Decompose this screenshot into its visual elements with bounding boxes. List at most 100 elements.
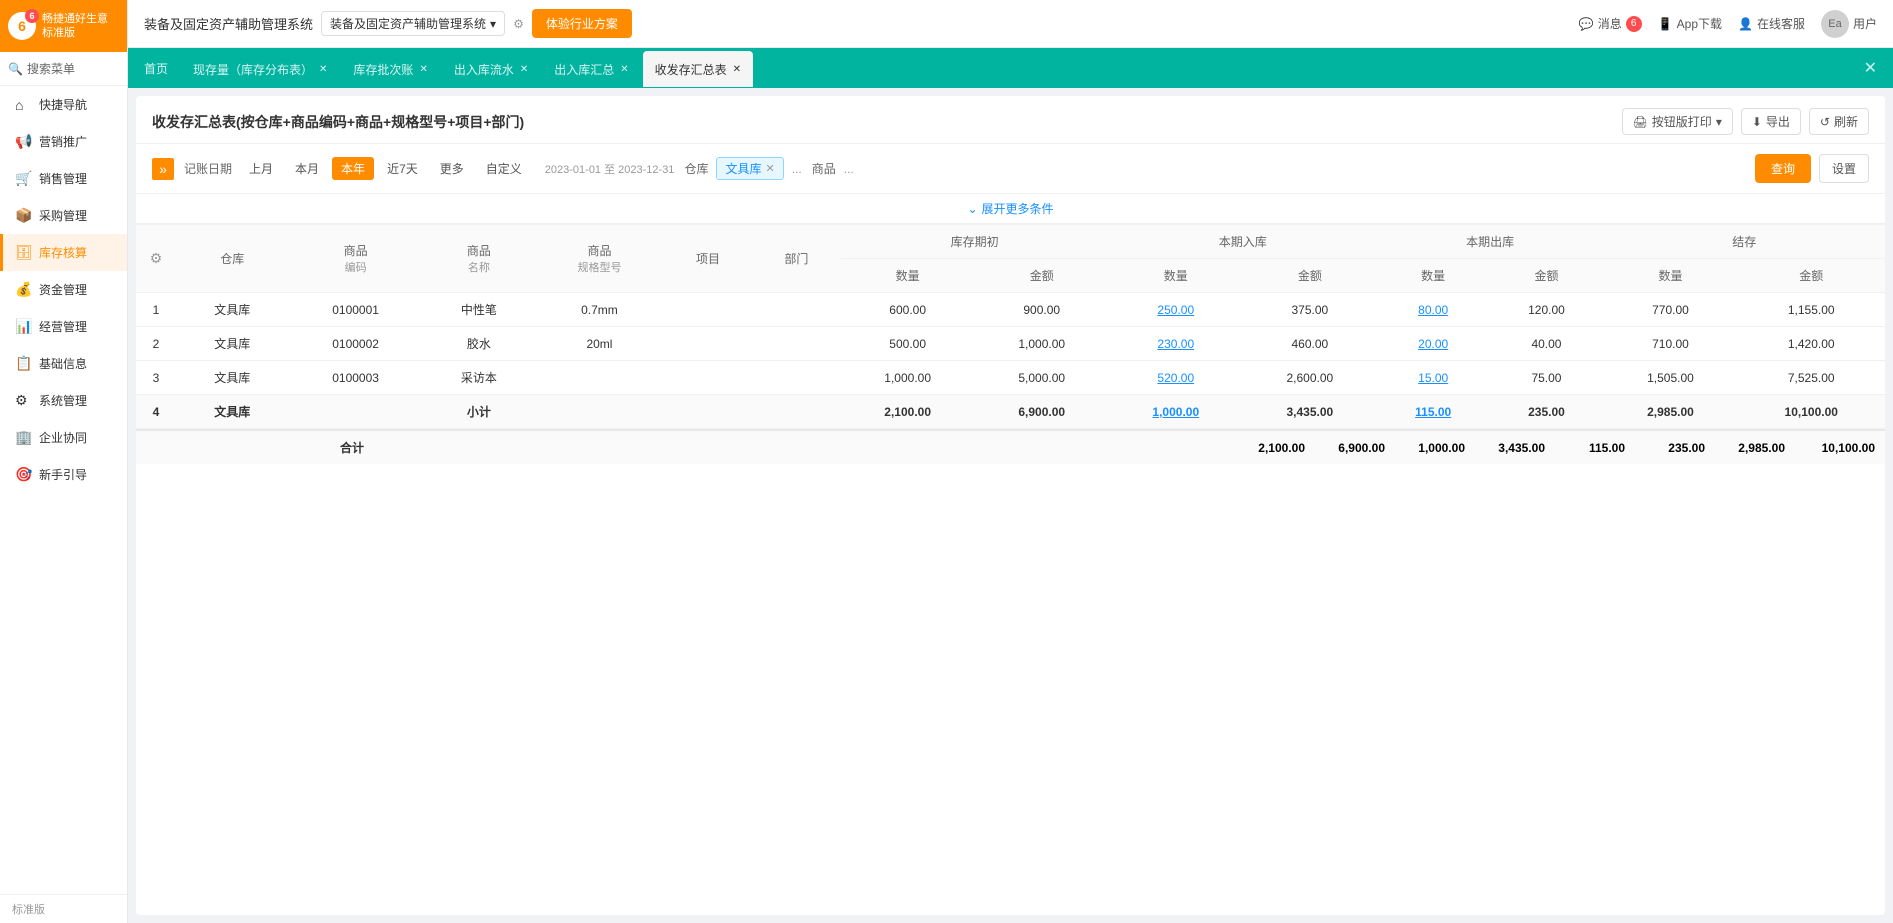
cell-name: 采访本 <box>423 361 536 395</box>
sidebar-item-system[interactable]: ⚙ 系统管理 <box>0 382 127 419</box>
export-icon: ⬇ <box>1752 115 1762 129</box>
footer-out-qty: 115.00 <box>1555 441 1635 455</box>
try-button[interactable]: 体验行业方案 <box>532 9 632 38</box>
search-menu-item[interactable]: 🔍 搜索菜单 <box>0 52 127 86</box>
sidebar-item-operations[interactable]: 📊 经营管理 <box>0 308 127 345</box>
tab-close-icon[interactable]: ✕ <box>620 64 628 75</box>
cell-out-amt: 235.00 <box>1489 395 1603 429</box>
tab-bar-close-icon[interactable]: ✕ <box>1852 58 1889 78</box>
column-settings-icon[interactable]: ⚙ <box>150 250 163 266</box>
cell-project <box>664 361 752 395</box>
home-icon: ⌂ <box>15 97 31 113</box>
tab-close-icon[interactable]: ✕ <box>319 64 327 75</box>
tab-inout-flow[interactable]: 出入库流水 ✕ <box>442 51 540 87</box>
messages-action[interactable]: 💬 消息 6 <box>1579 15 1642 32</box>
warehouse-more-button[interactable]: ... <box>792 162 802 176</box>
query-button[interactable]: 查询 <box>1755 154 1811 183</box>
filter-bar: » 记账日期 上月 本月 本年 近7天 更多 自定义 2023-01-01 至 … <box>136 144 1885 194</box>
online-service-action[interactable]: 👤 在线客服 <box>1738 15 1805 32</box>
page-actions: 🖨 按钮版打印 ▾ ⬇ 导出 ↺ 刷新 <box>1622 108 1869 135</box>
col-out-header: 本期出库 <box>1377 225 1604 259</box>
sidebar-item-quick-nav[interactable]: ⌂ 快捷导航 <box>0 86 127 123</box>
cell-in-qty[interactable]: 250.00 <box>1109 293 1243 327</box>
sidebar-item-corp[interactable]: 🏢 企业协同 <box>0 419 127 456</box>
col-out-amt-header: 金额 <box>1489 259 1603 293</box>
mobile-icon: 📱 <box>1658 17 1673 31</box>
export-button[interactable]: ⬇ 导出 <box>1741 108 1801 135</box>
gear-settings-icon[interactable]: ⚙ <box>513 17 524 31</box>
cell-spec <box>535 395 664 429</box>
content-area: 收发存汇总表(按仓库+商品编码+商品+规格型号+项目+部门) 🖨 按钮版打印 ▾… <box>136 96 1885 915</box>
system-selector[interactable]: 装备及固定资产辅助管理系统 ▾ <box>321 11 505 36</box>
cell-in-amt: 375.00 <box>1243 293 1377 327</box>
date-this-month[interactable]: 本月 <box>286 157 328 180</box>
tab-close-icon[interactable]: ✕ <box>733 64 741 75</box>
footer-opening-amt: 6,900.00 <box>1315 441 1395 455</box>
col-in-amt-header: 金额 <box>1243 259 1377 293</box>
sidebar-nav: ⌂ 快捷导航 📢 营销推广 🛒 销售管理 📦 采购管理 🗄 库存核算 💰 资金管… <box>0 86 127 894</box>
tab-inventory-dist[interactable]: 现存量（库存分布表） ✕ <box>181 51 339 87</box>
col-opening-amt-header: 金额 <box>975 259 1109 293</box>
cell-code: 0100001 <box>289 293 423 327</box>
date-range-display: 2023-01-01 至 2023-12-31 <box>545 161 675 177</box>
cell-in-amt: 3,435.00 <box>1243 395 1377 429</box>
cell-idx: 4 <box>136 395 176 429</box>
system-name: 装备及固定资产辅助管理系统 <box>144 14 313 33</box>
table-row: 4 文具库 小计 2,100.00 6,900.00 1,000.00 3,43… <box>136 395 1885 429</box>
cell-bal-qty: 2,985.00 <box>1603 395 1737 429</box>
tab-batch[interactable]: 库存批次账 ✕ <box>341 51 439 87</box>
col-settings-header[interactable]: ⚙ <box>136 225 176 293</box>
warehouse-tag-remove-icon[interactable]: ✕ <box>765 162 774 175</box>
cell-opening-amt: 900.00 <box>975 293 1109 327</box>
refresh-button[interactable]: ↺ 刷新 <box>1809 108 1869 135</box>
sidebar-item-inventory[interactable]: 🗄 库存核算 <box>0 234 127 271</box>
warehouse-tag[interactable]: 文具库 ✕ <box>716 157 783 180</box>
cell-out-qty[interactable]: 15.00 <box>1377 361 1490 395</box>
table-footer: 合计 2,100.00 6,900.00 1,000.00 3,435.00 1… <box>136 429 1885 464</box>
system-icon: ⚙ <box>15 392 31 409</box>
cell-opening-qty: 600.00 <box>841 293 975 327</box>
settings-button[interactable]: 设置 <box>1819 154 1869 183</box>
date-last-7-days[interactable]: 近7天 <box>378 157 427 180</box>
tab-home[interactable]: 首页 <box>132 60 180 77</box>
table-row: 1 文具库 0100001 中性笔 0.7mm 600.00 900.00 25… <box>136 293 1885 327</box>
cell-out-qty[interactable]: 20.00 <box>1377 327 1490 361</box>
col-bal-qty-header: 数量 <box>1603 259 1737 293</box>
cell-dept <box>752 327 840 361</box>
sidebar-item-marketing[interactable]: 📢 营销推广 <box>0 123 127 160</box>
tab-recv-send-summary[interactable]: 收发存汇总表 ✕ <box>643 51 753 87</box>
sidebar-item-finance[interactable]: 💰 资金管理 <box>0 271 127 308</box>
cell-in-qty[interactable]: 230.00 <box>1109 327 1243 361</box>
app-download-action[interactable]: 📱 App下载 <box>1658 15 1722 32</box>
date-more[interactable]: 更多 <box>431 157 473 180</box>
tab-close-icon[interactable]: ✕ <box>419 64 427 75</box>
sidebar-item-sales[interactable]: 🛒 销售管理 <box>0 160 127 197</box>
cell-opening-amt: 5,000.00 <box>975 361 1109 395</box>
date-this-year[interactable]: 本年 <box>332 157 374 180</box>
marketing-icon: 📢 <box>15 133 31 150</box>
expand-conditions-button[interactable]: ⌄ 展开更多条件 <box>967 200 1053 217</box>
cell-bal-amt: 7,525.00 <box>1737 361 1885 395</box>
logo-text: 畅捷通好生意 标准版 <box>42 12 108 41</box>
user-action[interactable]: Ea 用户 <box>1821 10 1877 38</box>
goods-more-button[interactable]: ... <box>844 162 854 176</box>
cell-bal-qty: 1,505.00 <box>1603 361 1737 395</box>
tab-close-icon[interactable]: ✕ <box>520 64 528 75</box>
tab-inout-summary[interactable]: 出入库汇总 ✕ <box>542 51 640 87</box>
cell-idx: 2 <box>136 327 176 361</box>
date-last-month[interactable]: 上月 <box>240 157 282 180</box>
cell-spec: 0.7mm <box>535 293 664 327</box>
col-project-header: 项目 <box>664 225 752 293</box>
filter-toggle-button[interactable]: » <box>152 158 174 180</box>
sidebar-item-purchase[interactable]: 📦 采购管理 <box>0 197 127 234</box>
sidebar-item-basic[interactable]: 📋 基础信息 <box>0 345 127 382</box>
date-custom[interactable]: 自定义 <box>477 157 531 180</box>
basic-icon: 📋 <box>15 355 31 372</box>
sidebar-item-newbie[interactable]: 🎯 新手引导 <box>0 456 127 493</box>
cell-out-qty[interactable]: 80.00 <box>1377 293 1490 327</box>
cell-in-qty[interactable]: 520.00 <box>1109 361 1243 395</box>
header-left: 装备及固定资产辅助管理系统 装备及固定资产辅助管理系统 ▾ ⚙ 体验行业方案 <box>144 9 632 38</box>
cell-code <box>289 395 423 429</box>
cell-bal-qty: 770.00 <box>1603 293 1737 327</box>
print-button[interactable]: 🖨 按钮版打印 ▾ <box>1622 108 1733 135</box>
